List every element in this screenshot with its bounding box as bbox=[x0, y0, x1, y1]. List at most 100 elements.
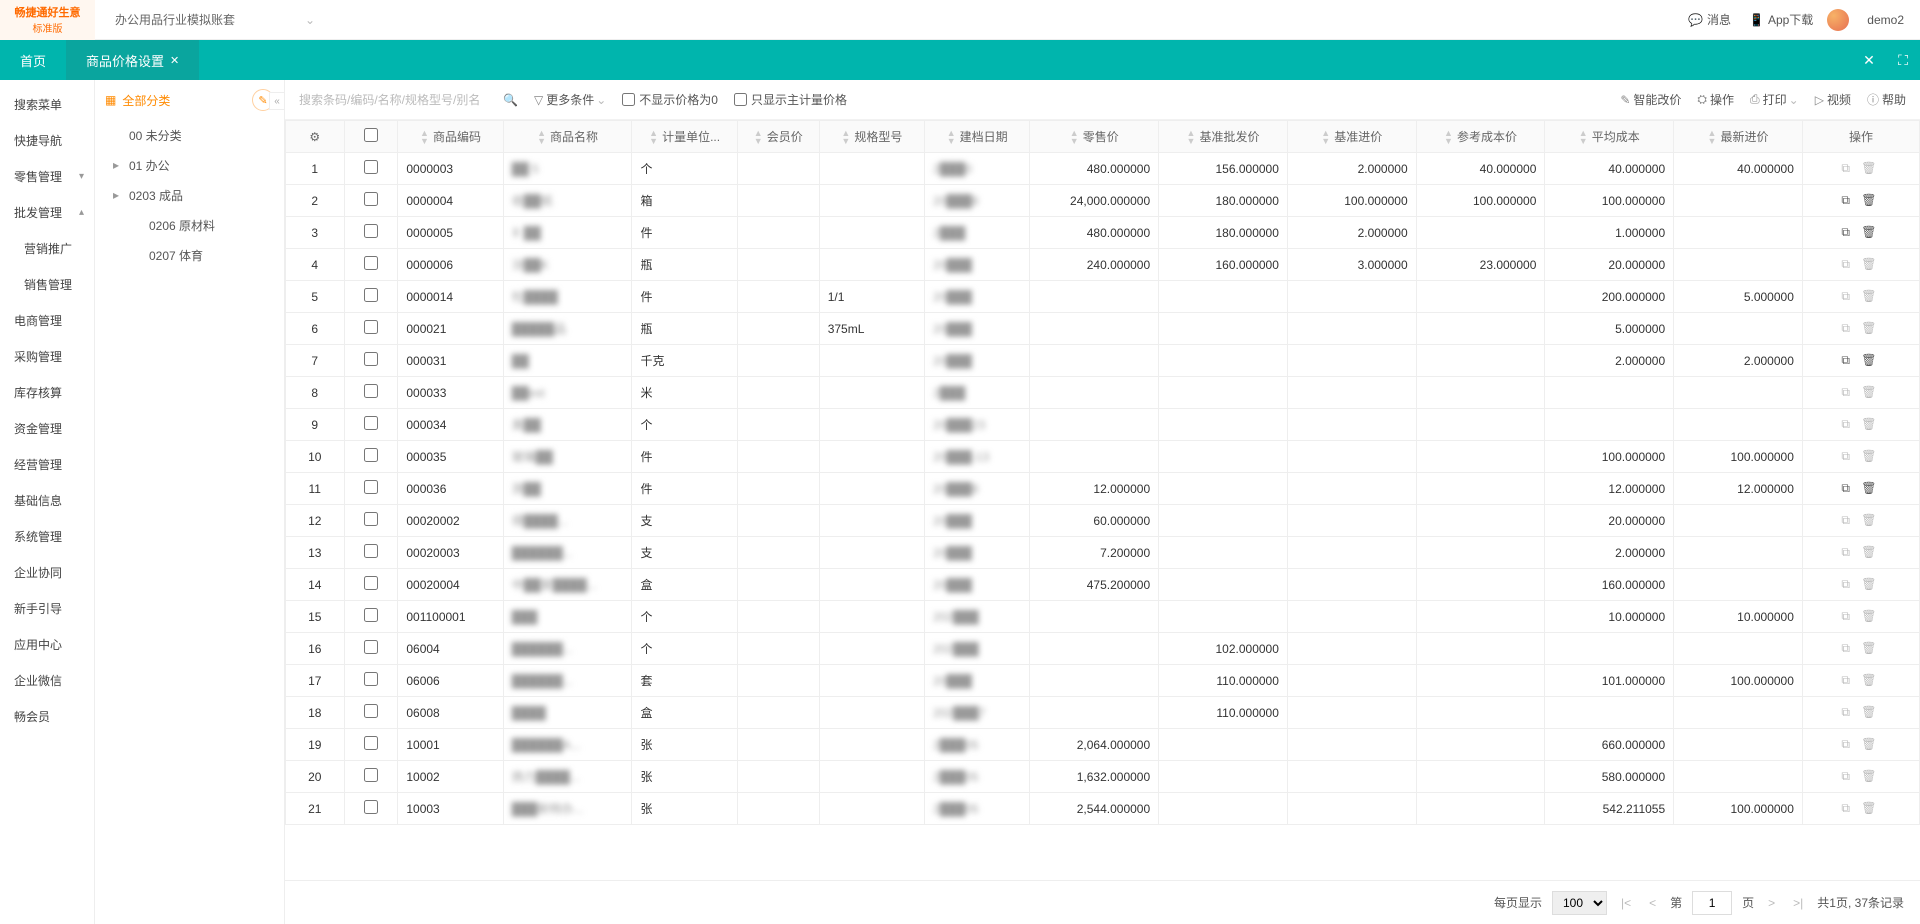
row-checkbox[interactable] bbox=[364, 640, 378, 654]
row-checkbox[interactable] bbox=[364, 320, 378, 334]
nav-item[interactable]: 基础信息 bbox=[0, 482, 94, 518]
table-row[interactable]: 8000033██est米2███⧉ 🗑 bbox=[286, 377, 1920, 409]
row-actions[interactable]: ⧉ 🗑 bbox=[1841, 161, 1880, 175]
row-actions[interactable]: ⧉ 🗑 bbox=[1841, 545, 1880, 559]
row-actions[interactable]: ⧉ 🗑 bbox=[1841, 193, 1880, 207]
sort-icon[interactable]: ▲▼ bbox=[649, 129, 658, 145]
last-page-icon[interactable]: >| bbox=[1789, 896, 1807, 910]
row-actions[interactable]: ⧉ 🗑 bbox=[1841, 385, 1880, 399]
sort-icon[interactable]: ▲▼ bbox=[1070, 129, 1079, 145]
row-checkbox[interactable] bbox=[364, 704, 378, 718]
gear-icon[interactable]: ⚙ bbox=[309, 130, 320, 144]
next-page-icon[interactable]: > bbox=[1764, 896, 1779, 910]
row-checkbox[interactable] bbox=[364, 256, 378, 270]
only-main-checkbox[interactable]: 只显示主计量价格 bbox=[734, 91, 847, 108]
table-row[interactable]: 1300020003██████...支20███7.2000002.00000… bbox=[286, 537, 1920, 569]
sort-icon[interactable]: ▲▼ bbox=[1187, 129, 1196, 145]
row-actions[interactable]: ⧉ 🗑 bbox=[1841, 353, 1880, 367]
table-row[interactable]: 10000003██ 5个2███0480.000000156.0000002.… bbox=[286, 153, 1920, 185]
nav-item[interactable]: 资金管理 bbox=[0, 410, 94, 446]
sort-icon[interactable]: ▲▼ bbox=[1444, 129, 1453, 145]
column-header[interactable]: ▲▼商品编码 bbox=[398, 121, 503, 153]
row-actions[interactable]: ⧉ 🗑 bbox=[1841, 481, 1880, 495]
row-actions[interactable]: ⧉ 🗑 bbox=[1841, 449, 1880, 463]
row-actions[interactable]: ⧉ 🗑 bbox=[1841, 705, 1880, 719]
column-header[interactable]: ▲▼最新进价 bbox=[1674, 121, 1803, 153]
nav-item[interactable]: 批发管理▴ bbox=[0, 194, 94, 230]
table-row[interactable]: 30000005衤██件2███480.000000180.0000002.00… bbox=[286, 217, 1920, 249]
video-button[interactable]: ▷ 视频 bbox=[1815, 91, 1851, 108]
search-input[interactable] bbox=[299, 93, 499, 107]
tab-home[interactable]: 首页 bbox=[0, 40, 66, 80]
table-row[interactable]: 2010002扬力████...张2███051,632.000000580.0… bbox=[286, 761, 1920, 793]
column-header[interactable]: 操作 bbox=[1802, 121, 1919, 153]
row-checkbox[interactable] bbox=[364, 352, 378, 366]
sort-icon[interactable]: ▲▼ bbox=[537, 129, 546, 145]
nav-item[interactable]: 电商管理 bbox=[0, 302, 94, 338]
nav-item[interactable]: 新手引导 bbox=[0, 590, 94, 626]
row-actions[interactable]: ⧉ 🗑 bbox=[1841, 225, 1880, 239]
row-checkbox[interactable] bbox=[364, 416, 378, 430]
table-row[interactable]: 20000004收██纸箱20███824,000.000000180.0000… bbox=[286, 185, 1920, 217]
prev-page-icon[interactable]: < bbox=[1645, 896, 1660, 910]
sort-icon[interactable]: ▲▼ bbox=[754, 129, 763, 145]
operations-button[interactable]: ⛭ 操作 bbox=[1697, 91, 1734, 108]
hide-zero-checkbox[interactable]: 不显示价格为0 bbox=[622, 91, 718, 108]
row-actions[interactable]: ⧉ 🗑 bbox=[1841, 737, 1880, 751]
row-actions[interactable]: ⧉ 🗑 bbox=[1841, 289, 1880, 303]
all-categories-label[interactable]: 全部分类 bbox=[122, 92, 170, 109]
nav-item[interactable]: 应用中心 bbox=[0, 626, 94, 662]
nav-item[interactable]: 快捷导航 bbox=[0, 122, 94, 158]
row-checkbox[interactable] bbox=[364, 608, 378, 622]
smart-price-button[interactable]: ✎ 智能改价 bbox=[1620, 91, 1681, 108]
only-main-input[interactable] bbox=[734, 93, 747, 106]
column-header[interactable] bbox=[344, 121, 398, 153]
row-checkbox[interactable] bbox=[364, 384, 378, 398]
table-row[interactable]: 10000035玻璃██件20███-13100.000000100.00000… bbox=[286, 441, 1920, 473]
nav-item[interactable]: 采购管理 bbox=[0, 338, 94, 374]
column-header[interactable]: ▲▼平均成本 bbox=[1545, 121, 1674, 153]
data-grid[interactable]: ⚙▲▼商品编码▲▼商品名称▲▼计量单位...▲▼会员价▲▼规格型号▲▼建档日期▲… bbox=[285, 120, 1920, 880]
row-actions[interactable]: ⧉ 🗑 bbox=[1841, 801, 1880, 815]
more-filters-button[interactable]: ▽ 更多条件 ⌄ bbox=[534, 91, 606, 108]
sort-icon[interactable]: ▲▼ bbox=[1708, 129, 1717, 145]
row-checkbox[interactable] bbox=[364, 224, 378, 238]
table-row[interactable]: 9000034奥██个20███23⧉ 🗑 bbox=[286, 409, 1920, 441]
row-checkbox[interactable] bbox=[364, 736, 378, 750]
table-row[interactable]: 40000006汾██K瓶20███240.000000160.0000003.… bbox=[286, 249, 1920, 281]
messages-button[interactable]: 💬 消息 bbox=[1688, 11, 1731, 28]
tenant-selector[interactable]: 办公用品行业模拟账套 ⌄ bbox=[115, 11, 315, 28]
row-checkbox[interactable] bbox=[364, 448, 378, 462]
row-checkbox[interactable] bbox=[364, 288, 378, 302]
collapse-panel-icon[interactable]: « bbox=[269, 92, 285, 110]
row-actions[interactable]: ⧉ 🗑 bbox=[1841, 769, 1880, 783]
category-item[interactable]: 0206 原材料 bbox=[113, 210, 274, 240]
fullscreen-icon[interactable]: ⛶ bbox=[1886, 52, 1920, 69]
help-button[interactable]: ⓘ 帮助 bbox=[1867, 91, 1906, 108]
category-item[interactable]: ▸0203 成品 bbox=[113, 180, 274, 210]
nav-item[interactable]: 系统管理 bbox=[0, 518, 94, 554]
category-item[interactable]: 00 未分类 bbox=[113, 120, 274, 150]
column-header[interactable]: ▲▼基准批发价 bbox=[1159, 121, 1288, 153]
column-header[interactable]: ▲▼会员价 bbox=[737, 121, 819, 153]
nav-item[interactable]: 零售管理▾ bbox=[0, 158, 94, 194]
column-header[interactable]: ▲▼建档日期 bbox=[925, 121, 1030, 153]
row-actions[interactable]: ⧉ 🗑 bbox=[1841, 321, 1880, 335]
column-header[interactable]: ▲▼商品名称 bbox=[503, 121, 632, 153]
sort-icon[interactable]: ▲▼ bbox=[1579, 129, 1588, 145]
tree-toggle-icon[interactable]: ▸ bbox=[113, 188, 125, 202]
select-all-checkbox[interactable] bbox=[364, 128, 378, 142]
sort-icon[interactable]: ▲▼ bbox=[947, 129, 956, 145]
column-header[interactable]: ⚙ bbox=[286, 121, 345, 153]
search-icon[interactable]: 🔍 bbox=[503, 93, 518, 107]
row-actions[interactable]: ⧉ 🗑 bbox=[1841, 257, 1880, 271]
table-row[interactable]: 1200020002得████...支20███60.00000020.0000… bbox=[286, 505, 1920, 537]
row-actions[interactable]: ⧉ 🗑 bbox=[1841, 417, 1880, 431]
page-input[interactable] bbox=[1692, 891, 1732, 915]
row-actions[interactable]: ⧉ 🗑 bbox=[1841, 609, 1880, 623]
app-download-button[interactable]: 📱 App下载 bbox=[1749, 11, 1813, 28]
row-checkbox[interactable] bbox=[364, 800, 378, 814]
hide-zero-input[interactable] bbox=[622, 93, 635, 106]
table-row[interactable]: 6000021█████品瓶375mL20███5.000000⧉ 🗑 bbox=[286, 313, 1920, 345]
row-checkbox[interactable] bbox=[364, 160, 378, 174]
